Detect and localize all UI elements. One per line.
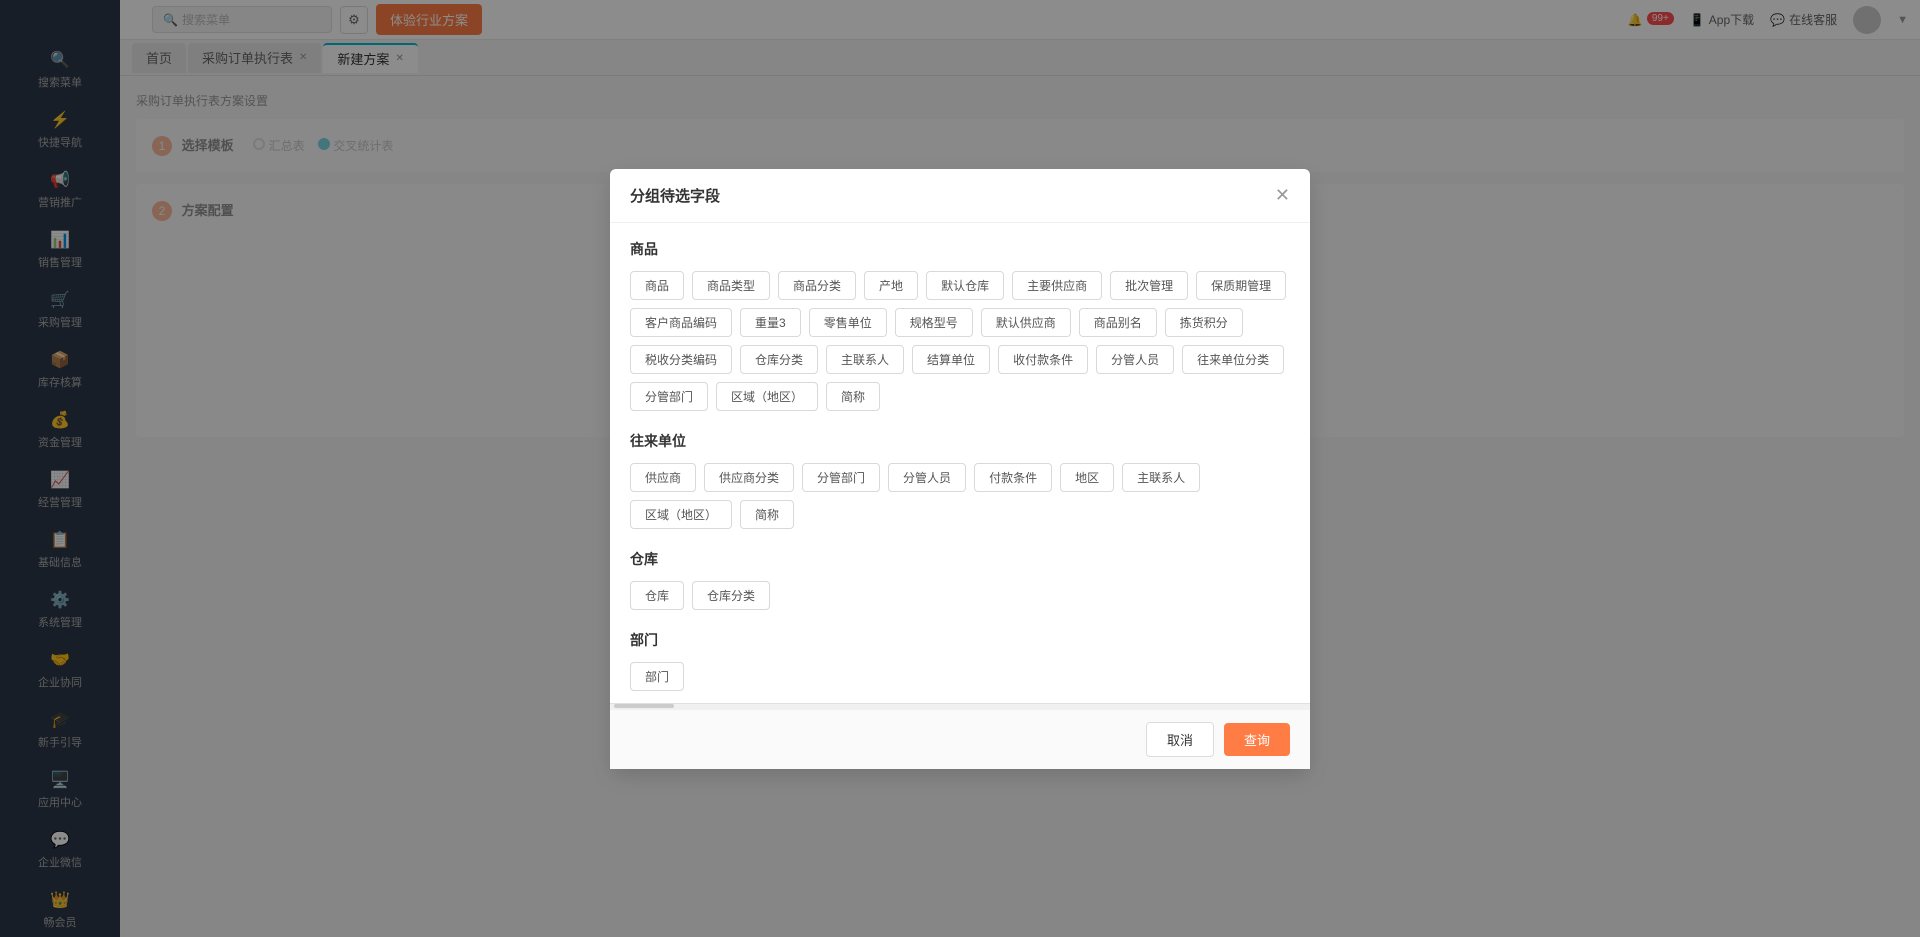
field-tag-goods-12[interactable]: 默认供应商 <box>981 308 1071 337</box>
field-section-partner: 往来单位供应商供应商分类分管部门分管人员付款条件地区主联系人区域（地区） 简称 <box>630 431 1290 529</box>
field-section-warehouse: 仓库仓库仓库分类 <box>630 549 1290 610</box>
modal-close-button[interactable]: ✕ <box>1275 186 1290 204</box>
field-section-department: 部门部门 <box>630 630 1290 691</box>
modal-title: 分组待选字段 <box>630 185 720 206</box>
field-section-title-partner: 往来单位 <box>630 431 1290 451</box>
modal-header: 分组待选字段 ✕ <box>610 169 1310 223</box>
field-tag-partner-4[interactable]: 付款条件 <box>974 463 1052 492</box>
field-tag-goods-6[interactable]: 批次管理 <box>1110 271 1188 300</box>
field-tag-goods-3[interactable]: 产地 <box>864 271 918 300</box>
field-section-title-warehouse: 仓库 <box>630 549 1290 569</box>
field-tag-goods-23[interactable]: 区域（地区） <box>716 382 818 411</box>
field-tag-goods-20[interactable]: 分管人员 <box>1096 345 1174 374</box>
field-tag-partner-5[interactable]: 地区 <box>1060 463 1114 492</box>
field-tag-partner-8[interactable]: 简称 <box>740 500 794 529</box>
field-tag-warehouse-0[interactable]: 仓库 <box>630 581 684 610</box>
field-tag-warehouse-1[interactable]: 仓库分类 <box>692 581 770 610</box>
field-tag-goods-15[interactable]: 税收分类编码 <box>630 345 732 374</box>
field-tag-goods-9[interactable]: 重量3 <box>740 308 801 337</box>
field-section-title-goods: 商品 <box>630 239 1290 259</box>
field-tag-goods-1[interactable]: 商品类型 <box>692 271 770 300</box>
field-tag-department-0[interactable]: 部门 <box>630 662 684 691</box>
field-tag-goods-11[interactable]: 规格型号 <box>895 308 973 337</box>
field-tag-goods-10[interactable]: 零售单位 <box>809 308 887 337</box>
field-tag-partner-2[interactable]: 分管部门 <box>802 463 880 492</box>
field-tag-goods-4[interactable]: 默认仓库 <box>926 271 1004 300</box>
field-tag-goods-16[interactable]: 仓库分类 <box>740 345 818 374</box>
field-tags-goods: 商品商品类型商品分类产地默认仓库主要供应商批次管理保质期管理客户商品编码重量3 零… <box>630 271 1290 411</box>
field-tag-goods-24[interactable]: 简称 <box>826 382 880 411</box>
field-tag-goods-18[interactable]: 结算单位 <box>912 345 990 374</box>
field-section-goods: 商品商品商品类型商品分类产地默认仓库主要供应商批次管理保质期管理客户商品编码重量… <box>630 239 1290 411</box>
field-tag-goods-2[interactable]: 商品分类 <box>778 271 856 300</box>
modal-footer: 取消 查询 <box>610 709 1310 769</box>
field-tag-goods-21[interactable]: 往来单位分类 <box>1182 345 1284 374</box>
cancel-button[interactable]: 取消 <box>1146 722 1214 757</box>
field-tag-goods-5[interactable]: 主要供应商 <box>1012 271 1102 300</box>
field-tag-partner-6[interactable]: 主联系人 <box>1122 463 1200 492</box>
field-tags-partner: 供应商供应商分类分管部门分管人员付款条件地区主联系人区域（地区） 简称 <box>630 463 1290 529</box>
field-tag-goods-22[interactable]: 分管部门 <box>630 382 708 411</box>
field-tag-goods-13[interactable]: 商品别名 <box>1079 308 1157 337</box>
confirm-button[interactable]: 查询 <box>1224 723 1290 756</box>
field-section-title-department: 部门 <box>630 630 1290 650</box>
field-tag-goods-19[interactable]: 收付款条件 <box>998 345 1088 374</box>
modal-body: 商品商品商品类型商品分类产地默认仓库主要供应商批次管理保质期管理客户商品编码重量… <box>610 223 1310 703</box>
field-tag-goods-0[interactable]: 商品 <box>630 271 684 300</box>
field-tags-warehouse: 仓库仓库分类 <box>630 581 1290 610</box>
field-tag-partner-0[interactable]: 供应商 <box>630 463 696 492</box>
field-tag-goods-17[interactable]: 主联系人 <box>826 345 904 374</box>
field-tag-goods-8[interactable]: 客户商品编码 <box>630 308 732 337</box>
field-tag-partner-3[interactable]: 分管人员 <box>888 463 966 492</box>
field-tag-partner-1[interactable]: 供应商分类 <box>704 463 794 492</box>
field-tag-goods-7[interactable]: 保质期管理 <box>1196 271 1286 300</box>
modal-dialog: 分组待选字段 ✕ 商品商品商品类型商品分类产地默认仓库主要供应商批次管理保质期管… <box>610 169 1310 769</box>
field-tag-partner-7[interactable]: 区域（地区） <box>630 500 732 529</box>
modal-overlay: 分组待选字段 ✕ 商品商品商品类型商品分类产地默认仓库主要供应商批次管理保质期管… <box>0 0 1920 937</box>
field-tag-goods-14[interactable]: 拣货积分 <box>1165 308 1243 337</box>
field-tags-department: 部门 <box>630 662 1290 691</box>
